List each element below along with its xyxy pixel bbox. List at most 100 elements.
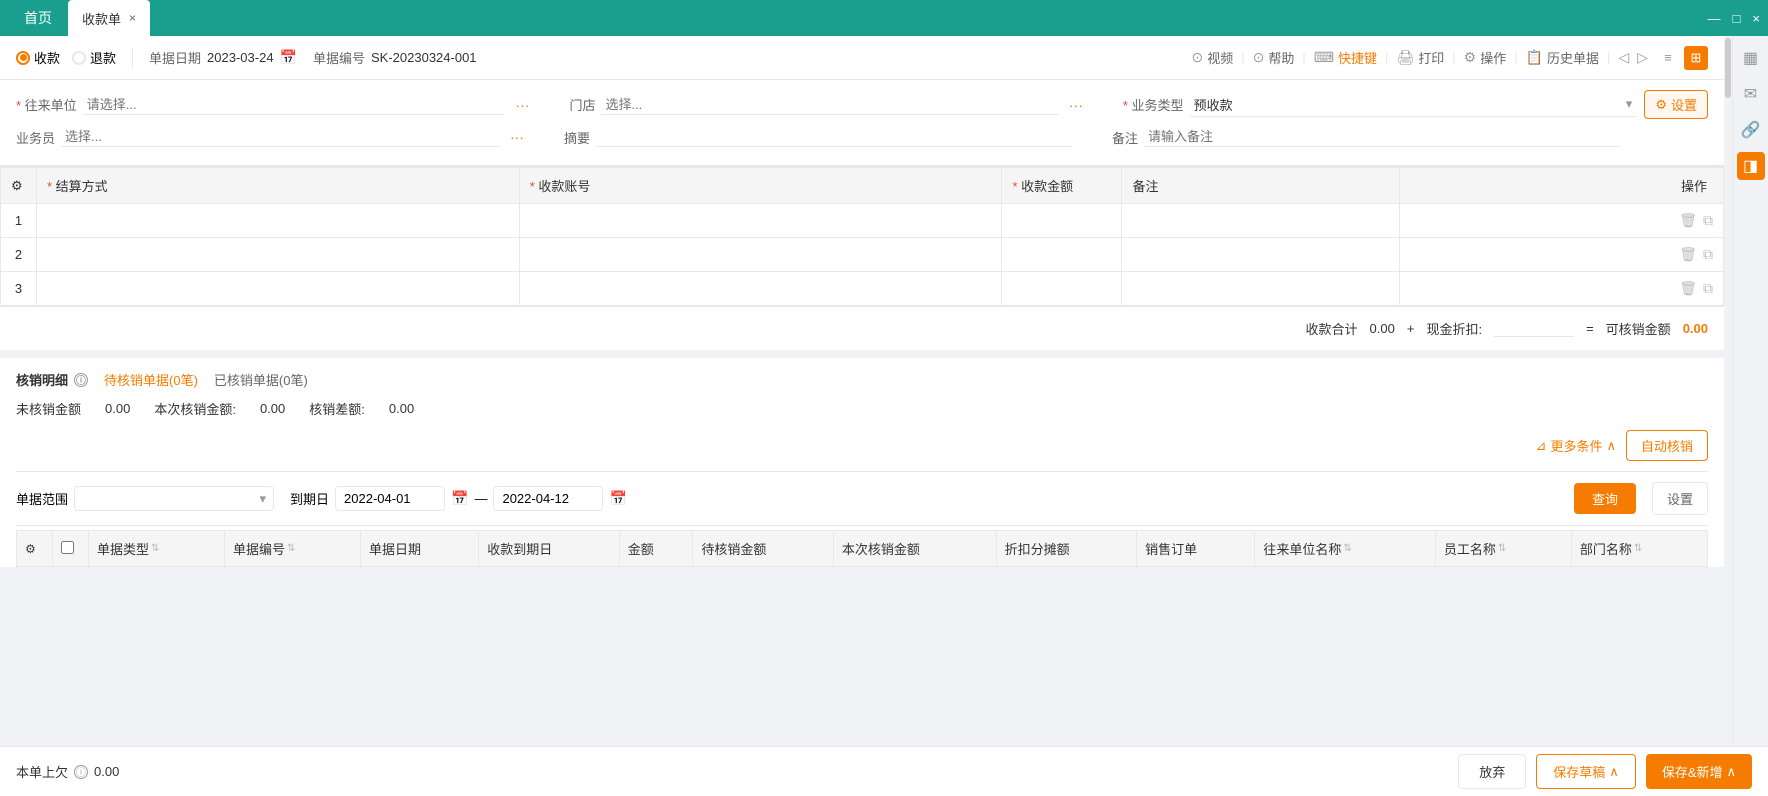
- calendar-icon[interactable]: 📅: [280, 49, 297, 66]
- video-btn[interactable]: ⊙ 视频: [1192, 48, 1234, 67]
- sidebar-panel-icon[interactable]: ◨: [1737, 152, 1765, 180]
- start-date-input[interactable]: [335, 486, 445, 511]
- delete-icon-3[interactable]: 🗑: [1679, 280, 1697, 297]
- cell-remark-1[interactable]: [1122, 204, 1400, 238]
- query-button[interactable]: 查询: [1574, 483, 1636, 514]
- right-sidebar: ▦ ✉ 🔗 ◨: [1732, 36, 1768, 796]
- range-select[interactable]: [74, 486, 274, 511]
- counterparty-more-icon[interactable]: ···: [515, 97, 529, 113]
- video-icon: ⊙: [1192, 49, 1204, 66]
- date-label: 单据日期: [149, 48, 201, 67]
- shortcut-btn[interactable]: ⌨ 快捷键: [1314, 48, 1377, 67]
- tab-active[interactable]: 收款单 ×: [68, 0, 150, 36]
- business-type-select[interactable]: 预收款 ▾: [1190, 93, 1637, 117]
- help-btn[interactable]: ⊙ 帮助: [1253, 48, 1295, 67]
- counterparty-input[interactable]: [83, 95, 506, 115]
- cell-settlement-2[interactable]: [37, 238, 520, 272]
- tab-home[interactable]: 首页: [8, 0, 68, 36]
- filter-settings-button[interactable]: 设置: [1652, 482, 1708, 515]
- row-num-3: 3: [1, 272, 37, 306]
- summary-input[interactable]: [596, 127, 1072, 147]
- pending-tab[interactable]: 待核销单据(0笔): [104, 370, 198, 389]
- cell-account-1[interactable]: [519, 204, 1002, 238]
- copy-icon-2[interactable]: ⧉: [1703, 246, 1713, 263]
- start-calendar-icon[interactable]: 📅: [451, 490, 468, 507]
- bth-gear[interactable]: ⚙: [17, 531, 53, 567]
- radio-shoukuan[interactable]: 收款: [16, 48, 60, 67]
- window-close-icon[interactable]: ×: [1752, 11, 1760, 26]
- toolbar-actions: ⊙ 视频 | ⊙ 帮助 | ⌨ 快捷键 | 🖨 打印 | ⚙ 操作: [1192, 46, 1708, 70]
- footer-actions: 放弃 保存草稿 ∧ 保存&新增 ∧: [1458, 754, 1752, 789]
- staff-more-icon[interactable]: ···: [510, 129, 524, 145]
- copy-icon-1[interactable]: ⧉: [1703, 212, 1713, 229]
- cell-account-3[interactable]: [519, 272, 1002, 306]
- available-label: 可核销金额: [1606, 319, 1671, 338]
- per-order-info-icon[interactable]: ⓘ: [74, 765, 88, 779]
- cell-remark-3[interactable]: [1122, 272, 1400, 306]
- bth-dept-label: 部门名称: [1580, 539, 1632, 558]
- available-value: 0.00: [1683, 321, 1708, 336]
- settings-button[interactable]: ⚙ 设置: [1644, 90, 1708, 119]
- scrollbar-area[interactable]: [1724, 36, 1732, 746]
- bth-doc-date-label: 单据日期: [369, 539, 421, 558]
- nav-right-icon[interactable]: ▷: [1637, 49, 1648, 66]
- end-calendar-icon[interactable]: 📅: [609, 490, 626, 507]
- number-value: SK-20230324-001: [371, 50, 477, 65]
- per-order-value: 0.00: [94, 764, 119, 779]
- more-conditions-btn[interactable]: ⊿ 更多条件 ∧: [1536, 436, 1616, 455]
- copy-icon-3[interactable]: ⧉: [1703, 280, 1713, 297]
- sidebar-mail-icon[interactable]: ✉: [1737, 80, 1765, 108]
- operation-btn[interactable]: ⚙ 操作: [1464, 48, 1507, 67]
- bth-discount: 折扣分摊额: [996, 531, 1136, 567]
- nav-left-icon[interactable]: ◁: [1618, 49, 1629, 66]
- end-date-input[interactable]: [493, 486, 603, 511]
- draft-chevron-icon: ∧: [1609, 764, 1619, 780]
- store-more-icon[interactable]: ···: [1069, 97, 1083, 113]
- window-controls: — □ ×: [1708, 11, 1760, 26]
- summary-field: 摘要: [564, 127, 1072, 147]
- store-label: 门店: [569, 95, 595, 114]
- layout-list-icon[interactable]: ≡: [1656, 46, 1680, 70]
- sidebar-link-icon[interactable]: 🔗: [1737, 116, 1765, 144]
- sidebar-table-icon[interactable]: ▦: [1737, 44, 1765, 72]
- bth-counterparty-label: 往来单位名称: [1263, 539, 1341, 558]
- done-tab[interactable]: 已核销单据(0笔): [214, 370, 308, 389]
- cell-account-2[interactable]: [519, 238, 1002, 272]
- writeoff-info-icon[interactable]: ⓘ: [74, 373, 88, 387]
- staff-input[interactable]: [61, 127, 500, 147]
- print-btn[interactable]: 🖨 打印: [1396, 48, 1444, 67]
- current-value: 0.00: [260, 401, 285, 416]
- bth-doc-number-label: 单据编号: [233, 539, 285, 558]
- writeoff-header: 核销明细 ⓘ 待核销单据(0笔) 已核销单据(0笔): [16, 370, 1708, 389]
- delete-icon-2[interactable]: 🗑: [1679, 246, 1697, 263]
- radio-group: 收款 退款: [16, 48, 116, 67]
- cell-amount-1[interactable]: [1002, 204, 1122, 238]
- diff-value: 0.00: [389, 401, 414, 416]
- radio-tuikuan[interactable]: 退款: [72, 48, 116, 67]
- th-settlement-label: 结算方式: [47, 179, 108, 194]
- discount-input[interactable]: [1494, 321, 1574, 337]
- save-draft-button[interactable]: 保存草稿 ∧: [1536, 754, 1636, 789]
- save-new-button[interactable]: 保存&新增 ∧: [1646, 754, 1752, 789]
- bth-pending: 待核销金额: [693, 531, 833, 567]
- remark-input[interactable]: [1144, 127, 1620, 147]
- cell-amount-3[interactable]: [1002, 272, 1122, 306]
- select-all-checkbox[interactable]: [61, 541, 74, 554]
- cell-settlement-1[interactable]: [37, 204, 520, 238]
- cell-amount-2[interactable]: [1002, 238, 1122, 272]
- layout-grid-icon[interactable]: ⊞: [1684, 46, 1708, 70]
- th-gear[interactable]: ⚙: [1, 168, 37, 204]
- maximize-icon[interactable]: □: [1733, 11, 1741, 26]
- history-btn[interactable]: 📋 历史单据: [1526, 48, 1599, 67]
- discard-button[interactable]: 放弃: [1458, 754, 1526, 789]
- tab-close-icon[interactable]: ×: [129, 11, 136, 25]
- scrollbar-thumb[interactable]: [1725, 38, 1731, 98]
- cell-settlement-3[interactable]: [37, 272, 520, 306]
- auto-writeoff-button[interactable]: 自动核销: [1626, 430, 1708, 461]
- filter-row: 单据范围 ▾ 到期日 📅 — 📅 查询 设置: [16, 471, 1708, 526]
- delete-icon-1[interactable]: 🗑: [1679, 212, 1697, 229]
- store-input[interactable]: [601, 95, 1058, 115]
- minimize-icon[interactable]: —: [1708, 11, 1721, 26]
- bth-pending-label: 待核销金额: [701, 542, 766, 557]
- cell-remark-2[interactable]: [1122, 238, 1400, 272]
